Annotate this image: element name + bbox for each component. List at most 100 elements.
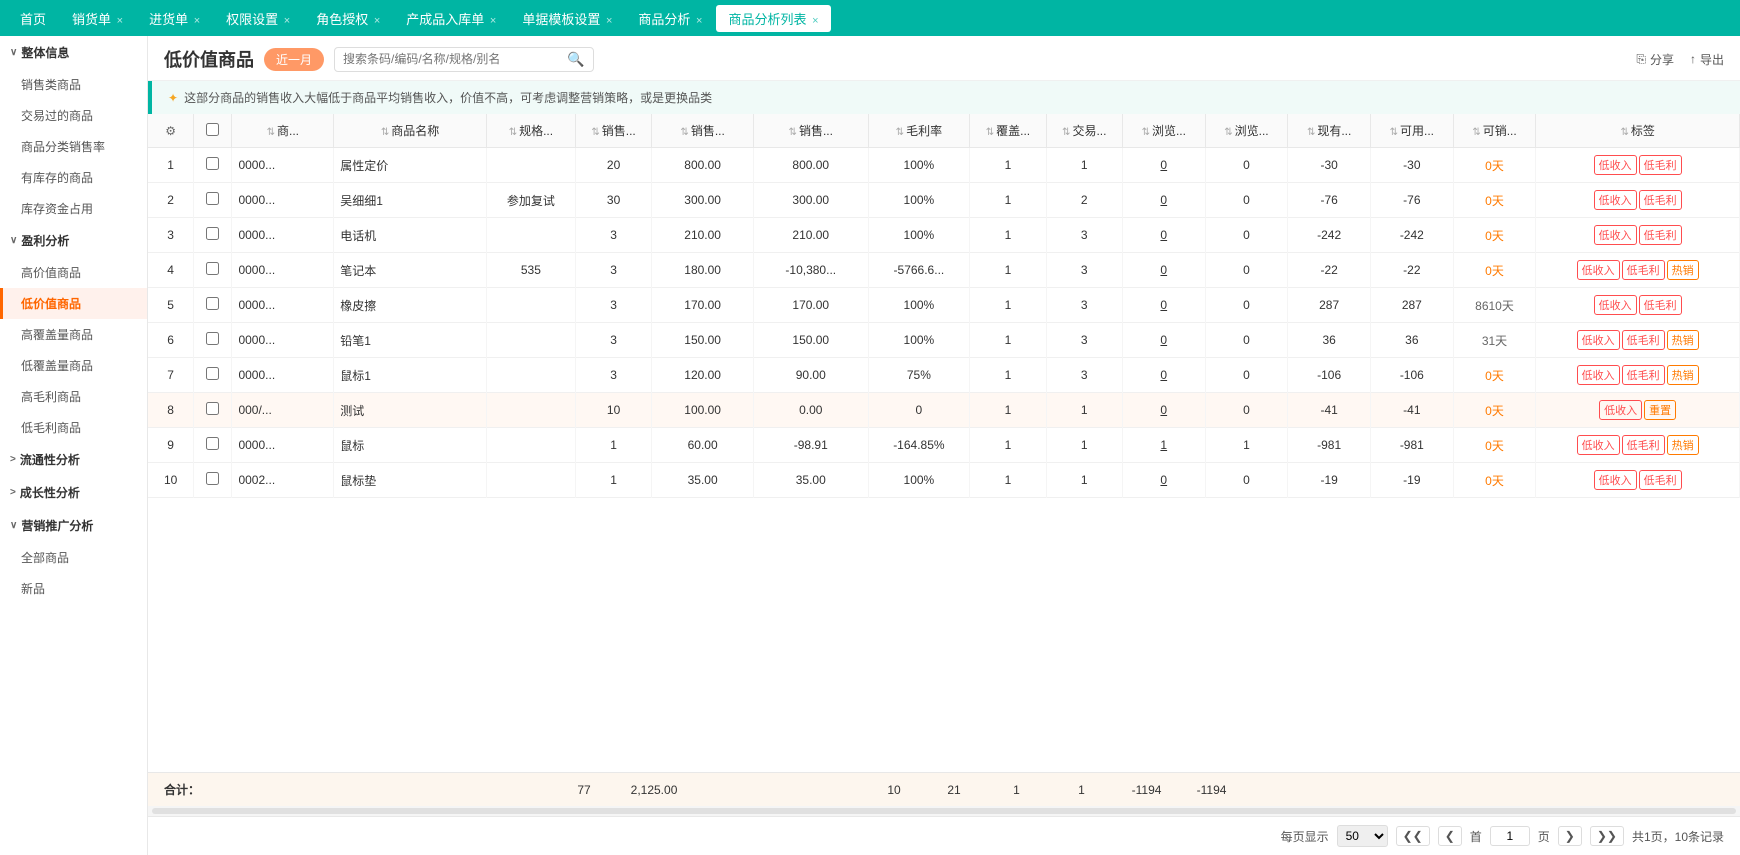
nav-role[interactable]: 角色授权 × (304, 5, 392, 32)
last-page-btn[interactable]: ❯❯ (1590, 826, 1624, 846)
browse1-link[interactable]: 0 (1160, 193, 1167, 207)
scrollbar-track[interactable] (152, 808, 1736, 814)
col-settings[interactable]: ⚙ (148, 114, 194, 148)
cell-checkbox[interactable] (194, 288, 232, 323)
row-checkbox[interactable] (206, 227, 219, 240)
nav-close-purchase[interactable]: × (194, 15, 200, 27)
col-code[interactable]: ⇅商... (232, 114, 334, 148)
col-sales-qty[interactable]: ⇅销售... (575, 114, 651, 148)
table-container[interactable]: ⚙ ⇅商... ⇅商品名称 ⇅规格... ⇅销售... ⇅销售... ⇅销售..… (148, 114, 1740, 772)
col-available[interactable]: ⇅可用... (1370, 114, 1453, 148)
per-page-select[interactable]: 50 100 200 (1337, 825, 1388, 847)
sidebar-item-category-sales[interactable]: 商品分类销售率 (0, 131, 147, 162)
sidebar-section-marketing[interactable]: ∨ 营销推广分析 (0, 509, 147, 542)
browse1-link[interactable]: 0 (1160, 263, 1167, 277)
cell-browse1[interactable]: 0 (1122, 183, 1205, 218)
col-trade[interactable]: ⇅交易... (1046, 114, 1122, 148)
col-current[interactable]: ⇅现有... (1288, 114, 1371, 148)
row-checkbox[interactable] (206, 472, 219, 485)
nav-permission[interactable]: 权限设置 × (214, 5, 302, 32)
cell-checkbox[interactable] (194, 183, 232, 218)
cell-browse1[interactable]: 0 (1122, 148, 1205, 183)
nav-close-permission[interactable]: × (284, 15, 290, 27)
browse1-link[interactable]: 0 (1160, 333, 1167, 347)
export-button[interactable]: ↑ 导出 (1690, 51, 1724, 68)
row-checkbox[interactable] (206, 192, 219, 205)
nav-purchase[interactable]: 进货单 × (137, 5, 212, 32)
sidebar-section-liquidity[interactable]: > 流通性分析 (0, 443, 147, 476)
cell-checkbox[interactable] (194, 463, 232, 498)
nav-inventory[interactable]: 产成品入库单 × (394, 5, 508, 32)
nav-close-inventory[interactable]: × (490, 15, 496, 27)
row-checkbox[interactable] (206, 437, 219, 450)
sidebar-section-profit[interactable]: ∨ 盈利分析 (0, 224, 147, 257)
search-box[interactable]: 🔍 (334, 47, 594, 72)
cell-browse1[interactable]: 1 (1122, 428, 1205, 463)
sidebar-item-stock-goods[interactable]: 有库存的商品 (0, 162, 147, 193)
sidebar-item-high-coverage[interactable]: 高覆盖量商品 (0, 319, 147, 350)
sidebar-item-low-value[interactable]: 低价值商品 (0, 288, 147, 319)
cell-checkbox[interactable] (194, 393, 232, 428)
row-checkbox[interactable] (206, 262, 219, 275)
col-sales-profit[interactable]: ⇅销售... (754, 114, 868, 148)
nav-close-analysis[interactable]: × (696, 15, 702, 27)
nav-close-analysis-list[interactable]: × (812, 15, 818, 27)
nav-close-template[interactable]: × (606, 15, 612, 27)
first-page-btn[interactable]: ❮❮ (1396, 826, 1430, 846)
col-coverage[interactable]: ⇅覆盖... (970, 114, 1046, 148)
cell-checkbox[interactable] (194, 323, 232, 358)
col-sellable[interactable]: ⇅可销... (1453, 114, 1536, 148)
sidebar-section-growth[interactable]: > 成长性分析 (0, 476, 147, 509)
nav-analysis-list[interactable]: 商品分析列表 × (716, 5, 830, 32)
col-gross-rate[interactable]: ⇅毛利率 (868, 114, 970, 148)
row-checkbox[interactable] (206, 332, 219, 345)
cell-checkbox[interactable] (194, 148, 232, 183)
row-checkbox[interactable] (206, 157, 219, 170)
cell-browse1[interactable]: 0 (1122, 393, 1205, 428)
cell-checkbox[interactable] (194, 428, 232, 463)
col-tags[interactable]: ⇅标签 (1536, 114, 1740, 148)
cell-browse1[interactable]: 0 (1122, 323, 1205, 358)
horizontal-scrollbar[interactable] (148, 806, 1740, 816)
browse1-link[interactable]: 0 (1160, 158, 1167, 172)
browse1-link[interactable]: 0 (1160, 473, 1167, 487)
cell-browse1[interactable]: 0 (1122, 218, 1205, 253)
sidebar-item-stock-capital[interactable]: 库存资金占用 (0, 193, 147, 224)
prev-page-btn[interactable]: ❮ (1438, 826, 1462, 846)
sidebar-item-all-goods[interactable]: 全部商品 (0, 542, 147, 573)
next-page-btn[interactable]: ❯ (1558, 826, 1582, 846)
sidebar-item-traded-goods[interactable]: 交易过的商品 (0, 100, 147, 131)
select-all-checkbox[interactable] (206, 123, 219, 136)
filter-recent-month[interactable]: 近一月 (264, 48, 324, 71)
browse1-link[interactable]: 0 (1160, 298, 1167, 312)
sidebar-item-high-value[interactable]: 高价值商品 (0, 257, 147, 288)
sidebar-item-low-margin[interactable]: 低毛利商品 (0, 412, 147, 443)
browse1-link[interactable]: 1 (1160, 438, 1167, 452)
col-sales-amount[interactable]: ⇅销售... (652, 114, 754, 148)
row-checkbox[interactable] (206, 297, 219, 310)
row-checkbox[interactable] (206, 402, 219, 415)
cell-checkbox[interactable] (194, 218, 232, 253)
cell-checkbox[interactable] (194, 358, 232, 393)
nav-home[interactable]: 首页 (8, 5, 58, 32)
sidebar-item-low-coverage[interactable]: 低覆盖量商品 (0, 350, 147, 381)
nav-sales[interactable]: 销货单 × (60, 5, 135, 32)
sidebar-item-new-goods[interactable]: 新品 (0, 573, 147, 604)
col-browse1[interactable]: ⇅浏览... (1122, 114, 1205, 148)
settings-icon[interactable]: ⚙ (165, 124, 176, 138)
cell-browse1[interactable]: 0 (1122, 288, 1205, 323)
cell-browse1[interactable]: 0 (1122, 463, 1205, 498)
share-button[interactable]: ⎘ 分享 (1636, 51, 1674, 68)
nav-analysis[interactable]: 商品分析 × (626, 5, 714, 32)
nav-close-role[interactable]: × (374, 15, 380, 27)
nav-close-sales[interactable]: × (117, 15, 123, 27)
col-spec[interactable]: ⇅规格... (486, 114, 575, 148)
cell-browse1[interactable]: 0 (1122, 253, 1205, 288)
row-checkbox[interactable] (206, 367, 219, 380)
sidebar-section-overall[interactable]: ∨ 整体信息 (0, 36, 147, 69)
browse1-link[interactable]: 0 (1160, 228, 1167, 242)
col-browse2[interactable]: ⇅浏览... (1205, 114, 1288, 148)
sidebar-item-high-margin[interactable]: 高毛利商品 (0, 381, 147, 412)
browse1-link[interactable]: 0 (1160, 403, 1167, 417)
browse1-link[interactable]: 0 (1160, 368, 1167, 382)
